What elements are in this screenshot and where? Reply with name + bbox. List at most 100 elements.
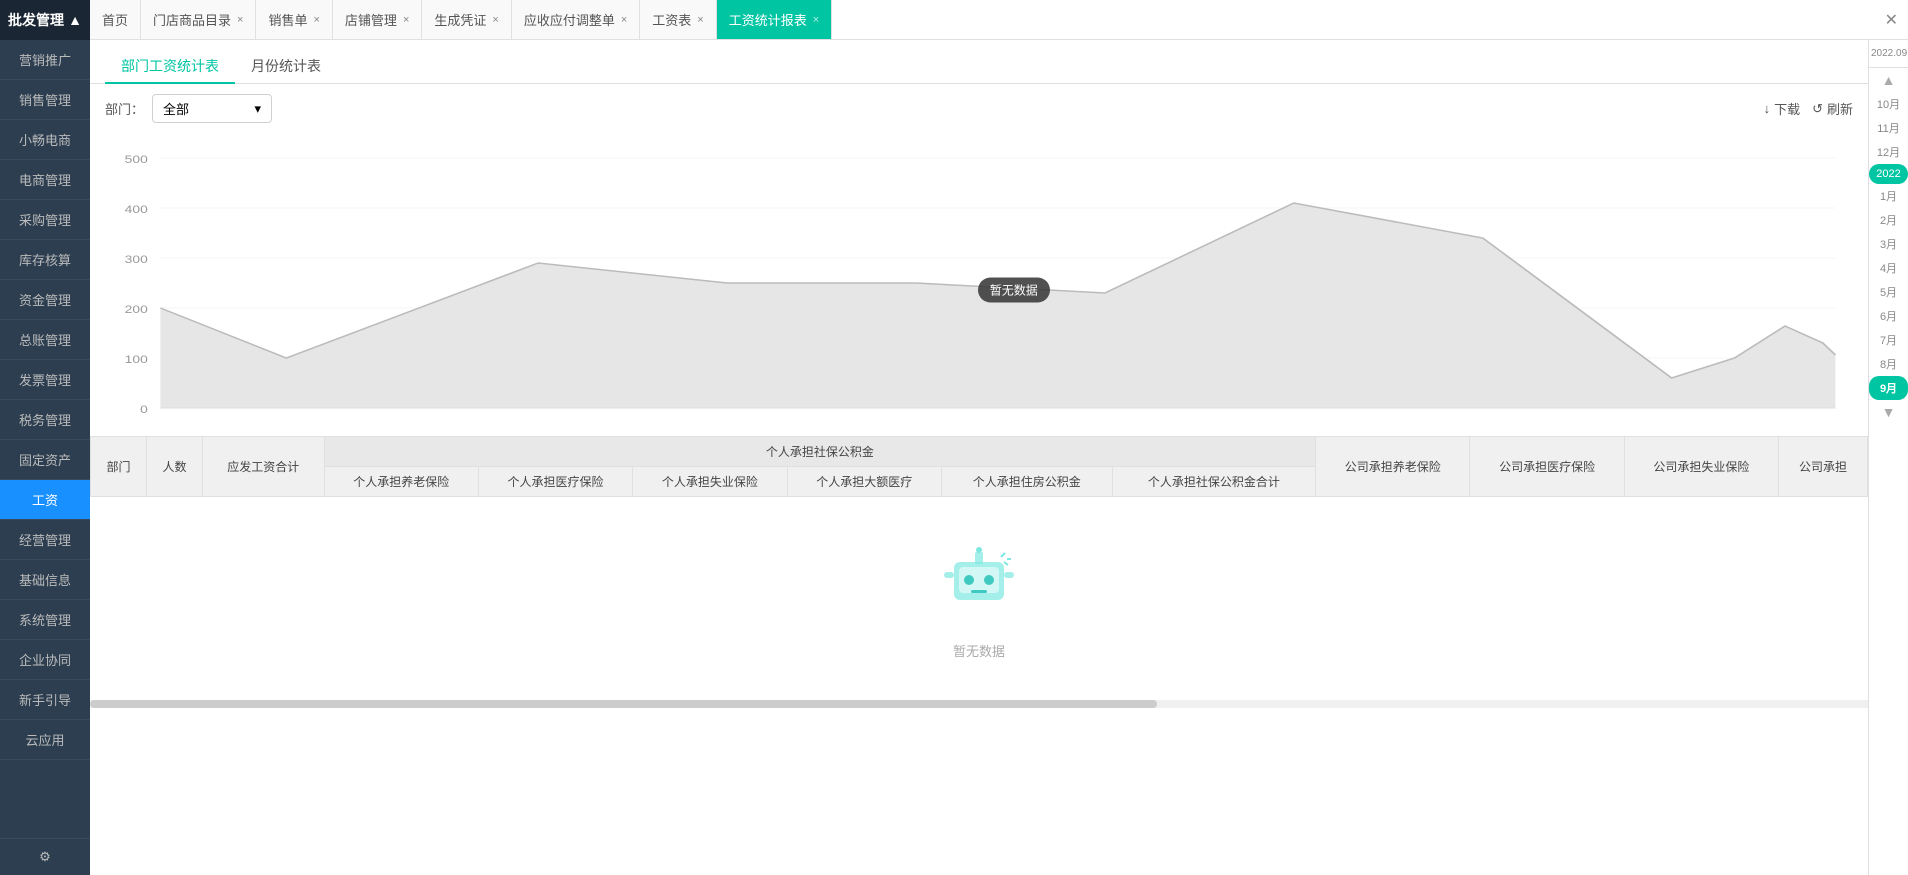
tab-store-mgmt[interactable]: 店铺管理 ×: [333, 0, 422, 39]
tab-store-catalog[interactable]: 门店商品目录 ×: [141, 0, 256, 39]
chevron-down-icon: ▾: [254, 101, 261, 117]
month-item-3[interactable]: 3月: [1869, 232, 1908, 256]
sidebar-item-swgl[interactable]: 税务管理: [0, 400, 90, 440]
chart-no-data-label: 暂无数据: [990, 284, 1038, 298]
sidebar-item-label: 税务管理: [19, 413, 71, 428]
main-area: 首页 门店商品目录 × 销售单 × 店铺管理 × 生成凭证 × 应收应付调整单 …: [90, 0, 1908, 875]
svg-text:200: 200: [125, 303, 148, 315]
sidebar-item-dsgl[interactable]: 电商管理: [0, 160, 90, 200]
sidebar-item-jygl[interactable]: 经营管理: [0, 520, 90, 560]
tab-produce-cert[interactable]: 生成凭证 ×: [422, 0, 511, 39]
month-item-2[interactable]: 2月: [1869, 208, 1908, 232]
tab-ar-ap-label: 应收应付调整单: [524, 10, 615, 29]
settings-icon: ⚙: [39, 849, 51, 864]
salary-table: 部门 人数 应发工资合计 个人承担社保公积金 公司承担养老保险 公司承担医疗保险…: [90, 436, 1868, 497]
tab-salary-report-label: 工资统计报表: [729, 10, 807, 29]
sidebar-item-yyy[interactable]: 云应用: [0, 720, 90, 760]
tab-salary-report-close[interactable]: ×: [813, 14, 819, 26]
sidebar-item-gdzy[interactable]: 固定资产: [0, 440, 90, 480]
sidebar-item-xsgl[interactable]: 销售管理: [0, 80, 90, 120]
sidebar-item-label: 固定资产: [19, 453, 71, 468]
tab-salary-table-close[interactable]: ×: [697, 14, 703, 26]
table-empty-state: 暂无数据: [90, 497, 1868, 700]
month-item-9[interactable]: 9月: [1869, 376, 1908, 400]
tab-bar: 首页 门店商品目录 × 销售单 × 店铺管理 × 生成凭证 × 应收应付调整单 …: [90, 0, 1908, 40]
download-button[interactable]: ↓ 下载: [1764, 99, 1801, 118]
month-item-11[interactable]: 11月: [1869, 116, 1908, 140]
month-item-1[interactable]: 1月: [1869, 184, 1908, 208]
col-header-company-unemployment: 公司承担失业保险: [1624, 437, 1778, 497]
col-header-personal-total: 个人承担社保公积金合计: [1112, 467, 1316, 497]
sidebar-item-label: 云应用: [25, 733, 64, 748]
refresh-icon: ↺: [1812, 101, 1823, 117]
tab-salary-report[interactable]: 工资统计报表 ×: [717, 0, 832, 39]
sidebar: 批发管理 ▲ 营销推广 销售管理 小畅电商 电商管理 采购管理 库存核算 资金管…: [0, 0, 90, 875]
table-area[interactable]: 部门 人数 应发工资合计 个人承担社保公积金 公司承担养老保险 公司承担医疗保险…: [90, 436, 1868, 875]
sidebar-item-label: 电商管理: [19, 173, 71, 188]
sidebar-settings[interactable]: ⚙: [0, 838, 90, 875]
sidebar-header[interactable]: 批发管理 ▲: [0, 0, 90, 40]
empty-robot-icon: [939, 537, 1019, 631]
tab-ar-ap-close[interactable]: ×: [621, 14, 627, 26]
month-item-6[interactable]: 6月: [1869, 304, 1908, 328]
tab-month-stats[interactable]: 月份统计表: [235, 50, 337, 84]
sidebar-item-zzgl[interactable]: 总账管理: [0, 320, 90, 360]
sidebar-item-zjgl[interactable]: 资金管理: [0, 280, 90, 320]
tab-store-mgmt-close[interactable]: ×: [403, 14, 409, 26]
sidebar-item-label: 企业协同: [19, 653, 71, 668]
sidebar-item-qyxt[interactable]: 企业协同: [0, 640, 90, 680]
scroll-thumb[interactable]: [90, 700, 1157, 708]
tab-home[interactable]: 首页: [90, 0, 141, 39]
sidebar-item-kchsf[interactable]: 库存核算: [0, 240, 90, 280]
sidebar-item-label: 库存核算: [19, 253, 71, 268]
sidebar-item-xsyd[interactable]: 新手引导: [0, 680, 90, 720]
tab-sales-order[interactable]: 销售单 ×: [256, 0, 332, 39]
year-2022-label[interactable]: 2022: [1869, 164, 1908, 184]
close-all-tabs[interactable]: ✕: [1875, 10, 1908, 30]
col-header-company-other: 公司承担: [1779, 437, 1868, 497]
tab-sales-order-close[interactable]: ×: [313, 14, 319, 26]
right-panel: 2022.09 ▲ 10月 11月 12月 2022 1月 2月 3月: [1868, 40, 1908, 875]
sidebar-item-fpgl[interactable]: 发票管理: [0, 360, 90, 400]
sidebar-item-xtgl[interactable]: 系统管理: [0, 600, 90, 640]
month-item-8[interactable]: 8月: [1869, 352, 1908, 376]
sidebar-item-label: 经营管理: [19, 533, 71, 548]
col-header-personal-pension: 个人承担养老保险: [324, 467, 478, 497]
sidebar-item-label: 资金管理: [19, 293, 71, 308]
toolbar-left: 部门： 全部 ▾: [105, 94, 272, 123]
chart-container: 0 100 200 300 400 500: [110, 143, 1848, 426]
sidebar-item-label: 销售管理: [19, 93, 71, 108]
tab-store-catalog-close[interactable]: ×: [237, 14, 243, 26]
tab-dept-stats[interactable]: 部门工资统计表: [105, 50, 235, 84]
month-item-4[interactable]: 4月: [1869, 256, 1908, 280]
sidebar-item-cggl[interactable]: 采购管理: [0, 200, 90, 240]
sidebar-item-yxtp[interactable]: 营销推广: [0, 40, 90, 80]
month-item-5[interactable]: 5月: [1869, 280, 1908, 304]
refresh-button[interactable]: ↺ 刷新: [1812, 99, 1853, 118]
svg-text:400: 400: [125, 203, 148, 215]
tab-dept-stats-label: 部门工资统计表: [121, 58, 219, 74]
tab-salary-table[interactable]: 工资表 ×: [640, 0, 716, 39]
nav-down-arrow[interactable]: ▼: [1878, 400, 1900, 424]
sidebar-item-jcxx[interactable]: 基础信息: [0, 560, 90, 600]
tab-produce-cert-close[interactable]: ×: [492, 14, 498, 26]
sidebar-item-label: 基础信息: [19, 573, 71, 588]
col-header-company-medical: 公司承担医疗保险: [1470, 437, 1624, 497]
sidebar-item-xpds[interactable]: 小畅电商: [0, 120, 90, 160]
date-display: 2022.09: [1869, 40, 1908, 68]
sidebar-item-label: 营销推广: [19, 53, 71, 68]
svg-text:300: 300: [125, 253, 148, 265]
tab-ar-ap[interactable]: 应收应付调整单 ×: [512, 0, 640, 39]
month-item-10[interactable]: 10月: [1869, 92, 1908, 116]
nav-up-arrow[interactable]: ▲: [1878, 68, 1900, 92]
tab-home-label: 首页: [102, 10, 128, 29]
horizontal-scrollbar[interactable]: [90, 700, 1868, 708]
sidebar-item-label: 新手引导: [19, 693, 71, 708]
dept-select[interactable]: 全部 ▾: [152, 94, 272, 123]
download-icon: ↓: [1764, 101, 1771, 116]
tab-store-catalog-label: 门店商品目录: [153, 10, 231, 29]
month-item-7[interactable]: 7月: [1869, 328, 1908, 352]
sidebar-item-gz[interactable]: 工资: [0, 480, 90, 520]
col-header-personal-insurance: 个人承担社保公积金: [324, 437, 1316, 467]
month-item-12[interactable]: 12月: [1869, 140, 1908, 164]
